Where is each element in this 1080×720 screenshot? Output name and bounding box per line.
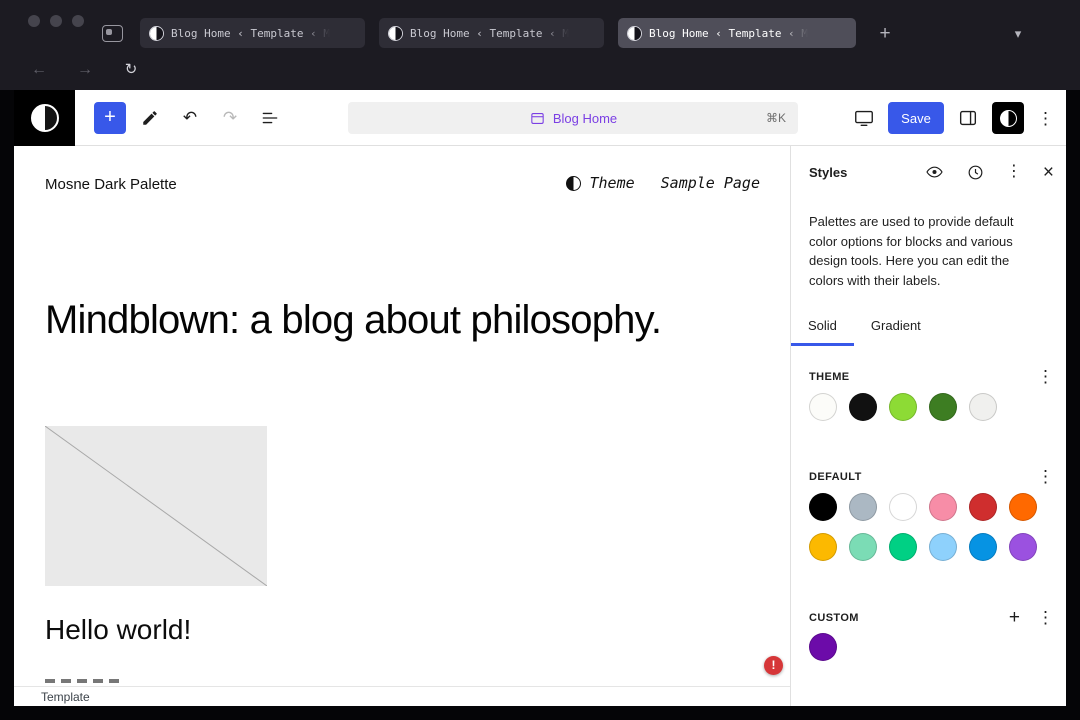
- tab-solid[interactable]: Solid: [791, 306, 854, 346]
- theme-section-label: THEME: [809, 370, 850, 383]
- nav-sample-page-label: Sample Page: [660, 174, 760, 192]
- new-tab-button[interactable]: +: [872, 21, 898, 47]
- color-swatch[interactable]: [849, 533, 877, 561]
- color-swatch[interactable]: [1009, 493, 1037, 521]
- styles-icon: [999, 109, 1017, 127]
- color-swatch[interactable]: [809, 533, 837, 561]
- editor-header: + ↶ ↷ Blog Home ⌘K Save ⋮: [75, 90, 1066, 146]
- list-all-tabs-icon[interactable]: ▾: [1006, 21, 1030, 47]
- default-section-header: DEFAULT ⋮: [809, 468, 1054, 485]
- styles-kebab-icon[interactable]: ⋮: [1006, 164, 1022, 180]
- custom-section-header: CUSTOM + ⋮: [809, 608, 1054, 627]
- template-icon: [529, 110, 546, 127]
- breadcrumb[interactable]: Template: [41, 690, 90, 704]
- site-favicon-icon: [150, 26, 163, 40]
- tab-gradient[interactable]: Gradient: [854, 306, 938, 346]
- browser-tab[interactable]: Blog Home ‹ Template ‹ M: [379, 18, 604, 48]
- list-view-icon[interactable]: [258, 106, 282, 130]
- custom-swatches: [809, 633, 1049, 661]
- styles-sidebar-header: Styles ⋮ ×: [809, 159, 1054, 185]
- site-editor-logo-button[interactable]: [14, 90, 75, 146]
- browser-tab-bar: Blog Home ‹ Template ‹ M Blog Home ‹ Tem…: [0, 0, 1080, 50]
- window-controls: [28, 15, 84, 27]
- editor-footer: Template: [14, 686, 790, 706]
- save-button[interactable]: Save: [888, 102, 944, 134]
- preview-monitor-icon[interactable]: [853, 107, 875, 129]
- color-swatch[interactable]: [929, 393, 957, 421]
- tab-title: Blog Home ‹ Template ‹ M: [649, 26, 808, 40]
- palette-description: Palettes are used to provide default col…: [809, 214, 1014, 288]
- color-swatch[interactable]: [849, 493, 877, 521]
- broken-image-placeholder[interactable]: [45, 426, 267, 586]
- zoom-window-button[interactable]: [72, 15, 84, 27]
- nav-item-theme[interactable]: Theme: [565, 174, 635, 192]
- document-bar[interactable]: Blog Home ⌘K: [348, 102, 798, 134]
- color-swatch[interactable]: [849, 393, 877, 421]
- palette-tabs: Solid Gradient: [791, 306, 1067, 346]
- reload-button[interactable]: ↻: [118, 50, 144, 90]
- revisions-clock-icon[interactable]: [966, 163, 985, 182]
- back-button[interactable]: ←: [26, 50, 52, 90]
- tab-title: Blog Home ‹ Template ‹ M: [171, 26, 330, 40]
- styles-toggle-button[interactable]: [992, 102, 1024, 134]
- firefox-view-icon[interactable]: [102, 25, 123, 42]
- nav-item-sample-page[interactable]: Sample Page: [661, 174, 760, 192]
- color-swatch[interactable]: [809, 633, 837, 661]
- edit-pencil-icon[interactable]: [138, 106, 162, 130]
- default-swatches: [809, 493, 1049, 561]
- minimize-window-button[interactable]: [50, 15, 62, 27]
- site-navigation: Theme Sample Page: [565, 174, 760, 192]
- editor-canvas: Mosne Dark Palette Theme Sample Page Min…: [14, 146, 790, 686]
- browser-tab[interactable]: Blog Home ‹ Template ‹ M: [140, 18, 365, 48]
- site-favicon-icon: [389, 26, 402, 40]
- site-logo-icon: [30, 104, 59, 132]
- styles-sidebar: Styles ⋮ × Palettes are used to provide …: [790, 146, 1066, 706]
- custom-kebab-icon[interactable]: ⋮: [1037, 609, 1054, 626]
- partially-visible-content: [45, 679, 119, 683]
- error-badge[interactable]: !: [764, 656, 783, 675]
- color-swatch[interactable]: [1009, 533, 1037, 561]
- styles-panel-title: Styles: [809, 164, 848, 180]
- color-swatch[interactable]: [969, 493, 997, 521]
- options-kebab-icon[interactable]: ⋮: [1037, 110, 1054, 127]
- site-title: Mosne Dark Palette: [45, 176, 177, 193]
- color-swatch[interactable]: [929, 533, 957, 561]
- style-book-eye-icon[interactable]: [924, 163, 945, 181]
- document-title: Blog Home: [552, 110, 618, 126]
- undo-button[interactable]: ↶: [178, 106, 202, 130]
- color-swatch[interactable]: [809, 493, 837, 521]
- nav-theme-label: Theme: [589, 174, 635, 192]
- block-inserter-button[interactable]: +: [94, 102, 126, 134]
- color-swatch[interactable]: [969, 393, 997, 421]
- browser-toolbar: ← → ↻ localhost:10003/wp-admin/site-edit…: [0, 50, 1080, 134]
- color-swatch[interactable]: [969, 533, 997, 561]
- color-swatch[interactable]: [889, 493, 917, 521]
- redo-button[interactable]: ↷: [218, 106, 242, 130]
- default-section-label: DEFAULT: [809, 470, 862, 483]
- screen: Blog Home ‹ Template ‹ M Blog Home ‹ Tem…: [0, 0, 1080, 720]
- theme-swatches: [809, 393, 1049, 421]
- close-icon[interactable]: ×: [1043, 163, 1054, 182]
- half-moon-icon: [565, 175, 581, 191]
- theme-section-header: THEME ⋮: [809, 368, 1054, 385]
- command-shortcut: ⌘K: [765, 111, 786, 125]
- site-favicon-icon: [628, 26, 641, 40]
- color-swatch[interactable]: [889, 393, 917, 421]
- browser-tab-active[interactable]: Blog Home ‹ Template ‹ M: [618, 18, 856, 48]
- color-swatch[interactable]: [809, 393, 837, 421]
- tab-title: Blog Home ‹ Template ‹ M: [410, 26, 569, 40]
- post-title: Hello world!: [45, 614, 192, 645]
- header-actions: Save ⋮: [853, 102, 1054, 134]
- color-swatch[interactable]: [929, 493, 957, 521]
- close-window-button[interactable]: [28, 15, 40, 27]
- forward-button[interactable]: →: [72, 50, 98, 90]
- blog-heading: Mindblown: a blog about philosophy.: [45, 298, 662, 342]
- add-color-icon[interactable]: +: [1009, 608, 1020, 627]
- custom-section-label: CUSTOM: [809, 611, 859, 624]
- settings-panel-toggle-icon[interactable]: [957, 107, 979, 129]
- default-kebab-icon[interactable]: ⋮: [1037, 468, 1054, 485]
- color-swatch[interactable]: [889, 533, 917, 561]
- theme-kebab-icon[interactable]: ⋮: [1037, 368, 1054, 385]
